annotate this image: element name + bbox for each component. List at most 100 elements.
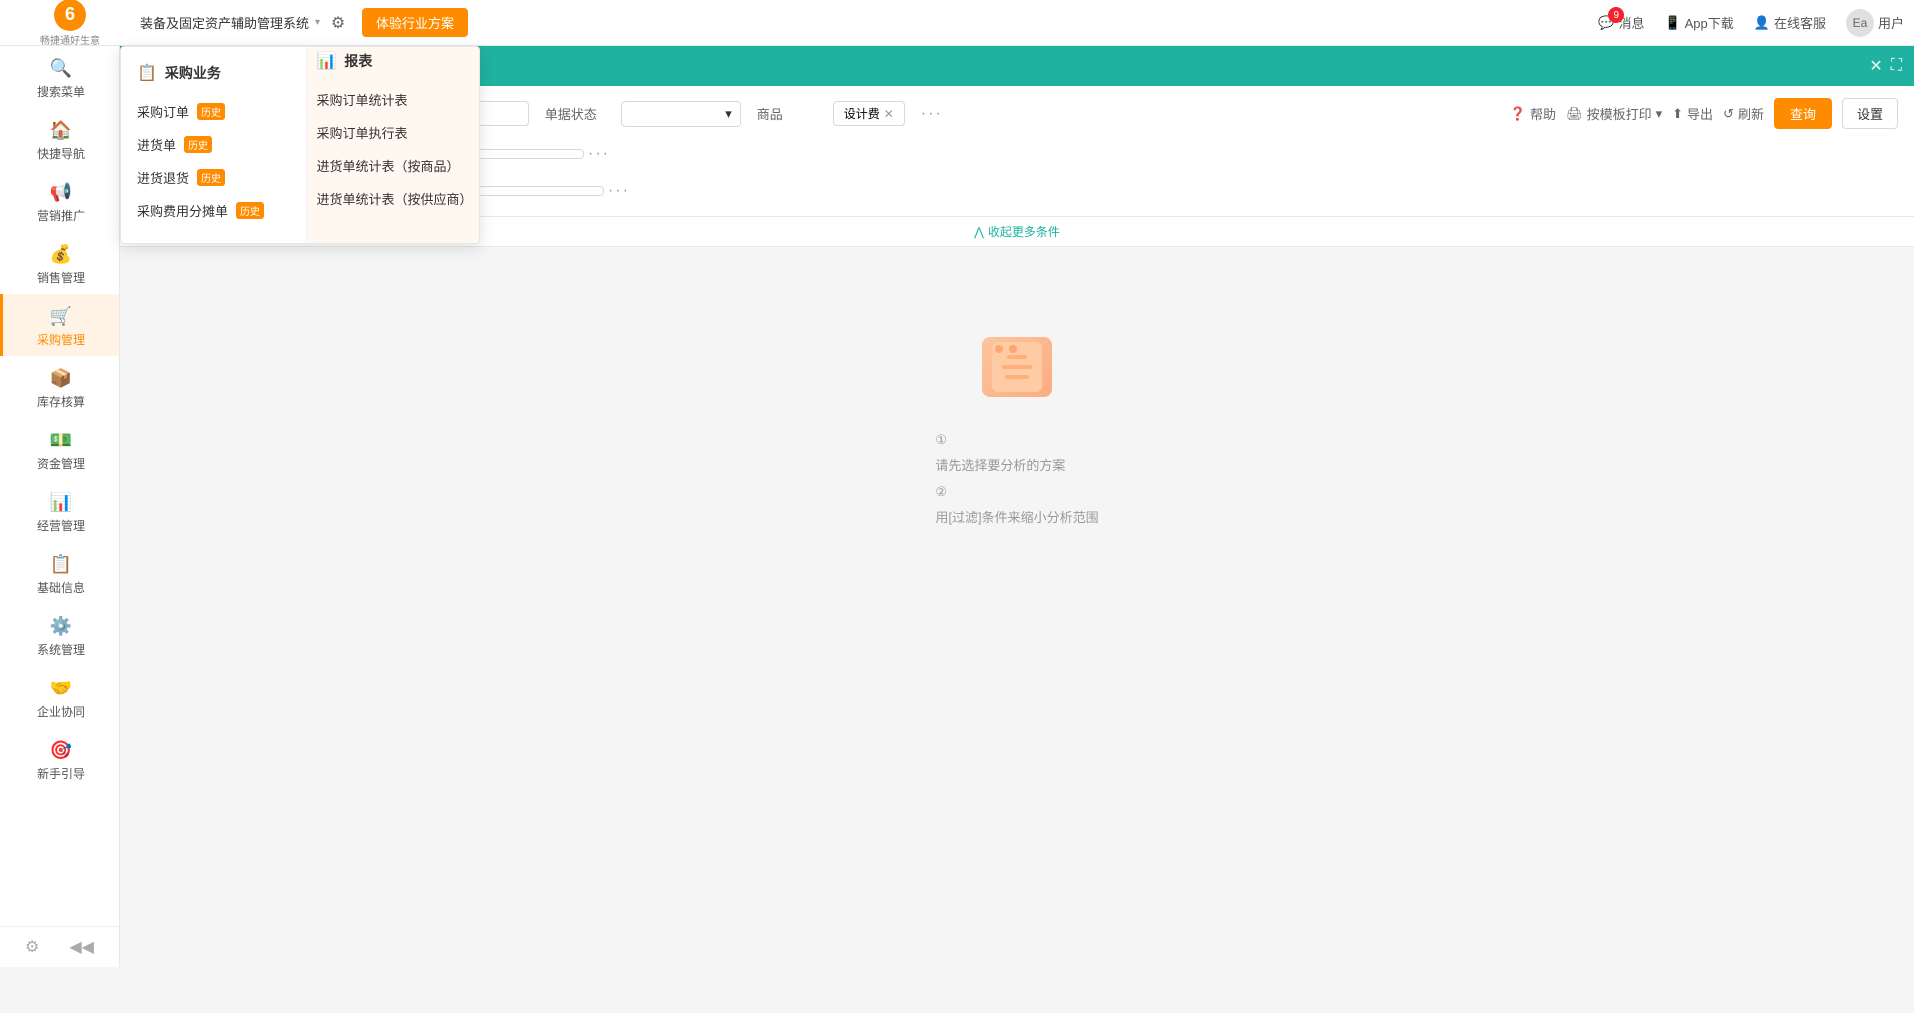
menu-item-label-report-2: 采购订单执行表 (317, 123, 408, 142)
menu-item-report-2[interactable]: 采购订单执行表 (317, 116, 470, 149)
menu-item-report-1[interactable]: 采购订单统计表 (317, 83, 470, 116)
sidebar-item-purchase[interactable]: 🛒 采购管理 (0, 294, 119, 356)
settings-icon[interactable]: ⚙ (324, 9, 352, 37)
dropdown-col-report: 📊 报表 采购订单统计表 采购订单执行表 进货单统计表（按商品） 进货单统计表（… (307, 47, 480, 243)
empty-text: ① 请先选择要分析的方案 ② 用[过滤]条件来缩小分析范围 (935, 427, 1098, 531)
search-icon: 🔍 (50, 58, 72, 79)
history-badge-3: 历史 (197, 169, 225, 186)
sidebar-item-guide[interactable]: 🎯 新手引导 (0, 728, 119, 790)
purchase-col-header: 📋 采购业务 (137, 63, 290, 83)
app-download-btn[interactable]: 📱 App下载 (1664, 13, 1733, 32)
sidebar-item-inventory[interactable]: 📦 库存核算 (0, 356, 119, 418)
sidebar-item-finance[interactable]: 💵 资金管理 (0, 418, 119, 480)
refresh-btn[interactable]: ↺ 刷新 (1723, 104, 1764, 123)
sidebar-item-marketing[interactable]: 📢 营销推广 (0, 170, 119, 232)
menu-item-label-report-3: 进货单统计表（按商品） (317, 156, 460, 175)
export-btn[interactable]: ⬆ 导出 (1672, 104, 1713, 123)
dropdown-arrow-icon[interactable]: ▾ (315, 17, 320, 28)
tabbar-close-icon[interactable]: ✕ (1869, 56, 1882, 76)
help-label: 帮助 (1530, 104, 1556, 123)
settings-btn[interactable]: 设置 (1842, 98, 1898, 129)
online-service-btn[interactable]: 👤 在线客服 (1754, 13, 1826, 32)
marketing-icon: 📢 (50, 182, 72, 203)
empty-hint-1: ① 请先选择要分析的方案 (935, 427, 1098, 479)
print-arrow: ▾ (1656, 106, 1663, 122)
menu-item-report-3[interactable]: 进货单统计表（按商品） (317, 149, 470, 182)
sidebar-item-collab[interactable]: 🤝 企业协同 (0, 666, 119, 728)
dropdown-col-purchase: 📋 采购业务 采购订单 历史 进货单 历史 进货退货 历史 采购费用分摊单 历史 (121, 47, 307, 243)
print-btn[interactable]: 🖨 按模板打印 ▾ (1566, 104, 1662, 123)
history-badge-2: 历史 (184, 136, 212, 153)
goods-chip-value: 设计费 (844, 105, 880, 122)
sidebar-label-marketing: 营销推广 (37, 207, 85, 224)
menu-item-label-purchase-expense: 采购费用分摊单 (137, 201, 228, 220)
phone-icon: 📱 (1664, 15, 1680, 31)
online-service-label: 在线客服 (1774, 13, 1826, 32)
collab-icon: 🤝 (50, 678, 72, 699)
menu-item-label-purchase-receive: 进货单 (137, 135, 176, 154)
menu-item-purchase-expense[interactable]: 采购费用分摊单 历史 (137, 194, 290, 227)
refresh-icon: ↺ (1723, 106, 1734, 122)
sidebar-item-sales[interactable]: 💰 销售管理 (0, 232, 119, 294)
history-badge-4: 历史 (236, 202, 264, 219)
staff-more-btn[interactable]: ··· (588, 145, 610, 163)
empty-hint-2: ② 用[过滤]条件来缩小分析范围 (935, 479, 1098, 531)
sidebar-item-basic-info[interactable]: 📋 基础信息 (0, 542, 119, 604)
sidebar-label-purchase: 采购管理 (37, 331, 85, 348)
bill-status-arrow: ▾ (725, 106, 732, 122)
customer-more-btn[interactable]: ··· (608, 182, 630, 200)
operations-icon: 📊 (50, 492, 72, 513)
sidebar-collapse-btn[interactable]: ◀◀ (69, 937, 94, 957)
message-btn[interactable]: 💬 消息 9 (1598, 13, 1644, 32)
menu-item-purchase-receive[interactable]: 进货单 历史 (137, 128, 290, 161)
goods-more-btn[interactable]: ··· (921, 105, 943, 123)
help-icon: ❓ (1510, 106, 1526, 122)
system-icon: ⚙️ (50, 616, 72, 637)
tabbar-actions: ✕ ⛶ (1857, 46, 1914, 86)
sidebar-label-home: 快捷导航 (37, 145, 85, 162)
sidebar-label-search: 搜索菜单 (37, 83, 85, 100)
sidebar-item-search[interactable]: 🔍 搜索菜单 (0, 46, 119, 108)
sidebar-item-operations[interactable]: 📊 经营管理 (0, 480, 119, 542)
system-title: 装备及固定资产辅助管理系统 (140, 13, 309, 32)
guide-icon: 🎯 (50, 740, 72, 761)
industry-btn[interactable]: 体验行业方案 (362, 8, 468, 37)
basic-info-icon: 📋 (50, 554, 72, 575)
user-avatar-btn[interactable]: Ea 用户 (1846, 9, 1904, 37)
sidebar-label-operations: 经营管理 (37, 517, 85, 534)
export-icon: ⬆ (1672, 106, 1683, 122)
sidebar-item-system[interactable]: ⚙️ 系统管理 (0, 604, 119, 666)
report-col-title: 报表 (344, 51, 372, 71)
bill-status-select[interactable]: ▾ (621, 101, 741, 127)
menu-item-label-report-4: 进货单统计表（按供应商） (317, 189, 470, 208)
goods-label: 商品 (757, 104, 817, 123)
purchase-icon: 🛒 (50, 306, 72, 327)
report-col-icon: 📊 (317, 51, 337, 71)
menu-item-report-4[interactable]: 进货单统计表（按供应商） (317, 182, 470, 215)
menu-item-purchase-return[interactable]: 进货退货 历史 (137, 161, 290, 194)
print-label: 按模板打印 (1587, 104, 1652, 123)
toolbar-right: ❓ 帮助 🖨 按模板打印 ▾ ⬆ 导出 ↺ (1510, 98, 1898, 129)
inventory-icon: 📦 (50, 368, 72, 389)
menu-item-label-purchase-order: 采购订单 (137, 102, 189, 121)
report-col-header: 📊 报表 (317, 51, 470, 71)
print-icon: 🖨 (1566, 106, 1583, 122)
app-download-label: App下载 (1685, 13, 1734, 32)
user-label: 用户 (1878, 13, 1904, 32)
empty-icon (967, 327, 1067, 407)
sidebar-label-inventory: 库存核算 (37, 393, 85, 410)
query-btn[interactable]: 查询 (1774, 98, 1832, 129)
sidebar-label-guide: 新手引导 (37, 765, 85, 782)
sidebar-item-home[interactable]: 🏠 快捷导航 (0, 108, 119, 170)
purchase-col-icon: 📋 (137, 63, 157, 83)
goods-chip-close[interactable]: ✕ (884, 107, 894, 121)
sales-icon: 💰 (50, 244, 72, 265)
sidebar-settings-btn[interactable]: ⚙ (25, 937, 39, 957)
tabbar-expand-icon[interactable]: ⛶ (1891, 57, 1902, 75)
goods-chip: 设计费 ✕ (833, 101, 905, 126)
system-title-area: 装备及固定资产辅助管理系统 ▾ (140, 13, 320, 32)
menu-item-purchase-order[interactable]: 采购订单 历史 (137, 95, 290, 128)
logo-area: 6 畅捷通好生意 (10, 0, 130, 47)
sidebar-label-system: 系统管理 (37, 641, 85, 658)
help-btn[interactable]: ❓ 帮助 (1510, 104, 1556, 123)
